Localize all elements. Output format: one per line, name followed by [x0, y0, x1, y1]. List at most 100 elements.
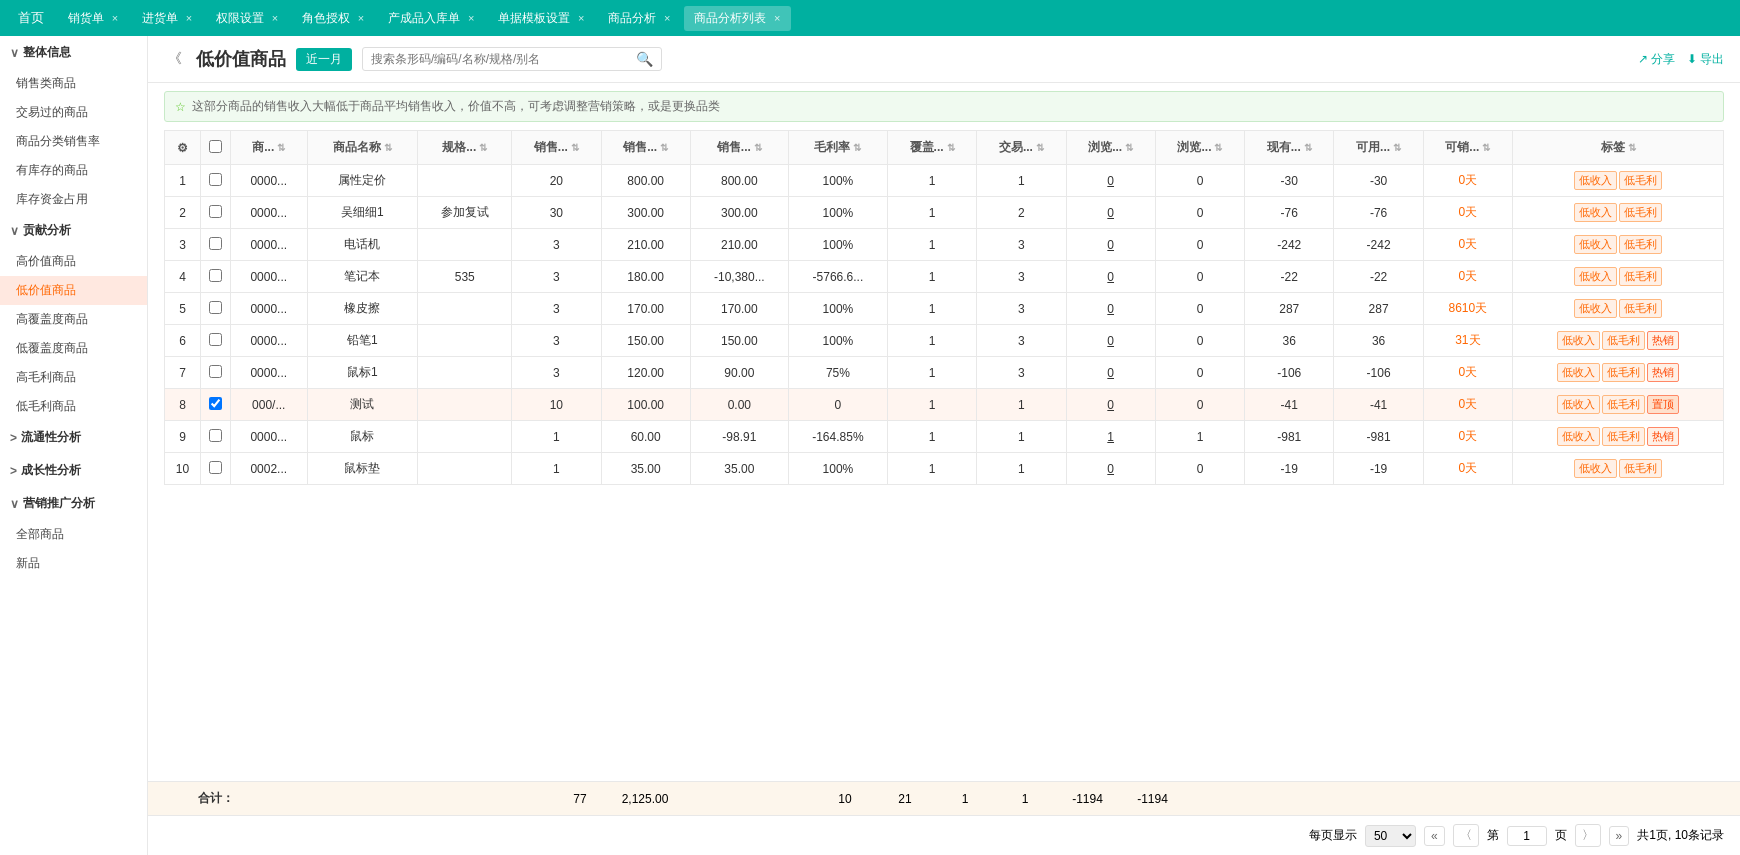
row-checkbox[interactable]	[209, 269, 222, 282]
col-sellable[interactable]: 可销...⇅	[1423, 131, 1512, 165]
row-checkbox[interactable]	[209, 461, 222, 474]
row-browse1[interactable]: 0	[1066, 357, 1155, 389]
row-checkbox-cell[interactable]	[201, 229, 231, 261]
sidebar-section-overall[interactable]: ∨ 整体信息	[0, 36, 147, 69]
col-spec[interactable]: 规格...⇅	[418, 131, 512, 165]
sidebar-collapse-button[interactable]: 《	[164, 46, 186, 72]
sidebar-section-marketing[interactable]: ∨ 营销推广分析	[0, 487, 147, 520]
time-filter-button[interactable]: 近一月	[296, 48, 352, 71]
row-checkbox-cell[interactable]	[201, 197, 231, 229]
row-browse1[interactable]: 0	[1066, 325, 1155, 357]
row-browse1[interactable]: 0	[1066, 293, 1155, 325]
row-checkbox-cell[interactable]	[201, 357, 231, 389]
nav-home[interactable]: 首页	[8, 5, 54, 31]
sidebar-item-all-products[interactable]: 全部商品	[0, 520, 147, 549]
sidebar-section-contribution[interactable]: ∨ 贡献分析	[0, 214, 147, 247]
col-checkbox[interactable]	[201, 131, 231, 165]
export-button[interactable]: ⬇ 导出	[1687, 51, 1724, 68]
row-name: 橡皮擦	[307, 293, 418, 325]
col-current[interactable]: 现有...⇅	[1245, 131, 1334, 165]
prev-page-button[interactable]: 〈	[1453, 824, 1479, 847]
last-page-button[interactable]: »	[1609, 826, 1630, 846]
row-checkbox-cell[interactable]	[201, 389, 231, 421]
row-browse1[interactable]: 0	[1066, 453, 1155, 485]
row-checkbox[interactable]	[209, 237, 222, 250]
nav-sales-order[interactable]: 销货单 ×	[58, 6, 128, 31]
col-available[interactable]: 可用...⇅	[1334, 131, 1423, 165]
sidebar-section-growth[interactable]: > 成长性分析	[0, 454, 147, 487]
row-current: 287	[1245, 293, 1334, 325]
col-sales2[interactable]: 销售...⇅	[690, 131, 788, 165]
row-checkbox-cell[interactable]	[201, 453, 231, 485]
row-checkbox[interactable]	[209, 301, 222, 314]
row-checkbox-cell[interactable]	[201, 165, 231, 197]
page-number-input[interactable]	[1507, 826, 1547, 846]
sidebar-item-sales-products[interactable]: 销售类商品	[0, 69, 147, 98]
select-all-checkbox[interactable]	[209, 140, 222, 153]
nav-template-settings[interactable]: 单据模板设置 ×	[488, 6, 594, 31]
sidebar-item-stock-products[interactable]: 有库存的商品	[0, 156, 147, 185]
row-browse1[interactable]: 0	[1066, 197, 1155, 229]
row-tags: 低收入低毛利	[1513, 453, 1724, 485]
col-qty[interactable]: 销售...⇅	[512, 131, 601, 165]
sidebar-item-stock-value[interactable]: 库存资金占用	[0, 185, 147, 214]
per-page-select[interactable]: 50 100	[1365, 825, 1416, 847]
search-input[interactable]	[371, 52, 632, 66]
nav-product-analysis-list[interactable]: 商品分析列表 ×	[684, 6, 790, 31]
row-current: -106	[1245, 357, 1334, 389]
row-checkbox-cell[interactable]	[201, 421, 231, 453]
share-button[interactable]: ↗ 分享	[1638, 51, 1675, 68]
row-checkbox[interactable]	[209, 365, 222, 378]
row-current: -981	[1245, 421, 1334, 453]
header-actions: ↗ 分享 ⬇ 导出	[1638, 51, 1724, 68]
sidebar-section-liquidity[interactable]: > 流通性分析	[0, 421, 147, 454]
row-checkbox[interactable]	[209, 429, 222, 442]
sidebar-item-high-margin[interactable]: 高毛利商品	[0, 363, 147, 392]
col-browse1[interactable]: 浏览...⇅	[1066, 131, 1155, 165]
row-checkbox[interactable]	[209, 173, 222, 186]
row-browse1[interactable]: 1	[1066, 421, 1155, 453]
col-name[interactable]: 商品名称⇅	[307, 131, 418, 165]
sidebar-item-high-coverage[interactable]: 高覆盖度商品	[0, 305, 147, 334]
row-browse2: 1	[1155, 421, 1244, 453]
row-index: 7	[165, 357, 201, 389]
nav-product-analysis[interactable]: 商品分析 ×	[598, 6, 680, 31]
nav-product-storage[interactable]: 产成品入库单 ×	[378, 6, 484, 31]
col-trade[interactable]: 交易...⇅	[977, 131, 1066, 165]
col-sales1[interactable]: 销售...⇅	[601, 131, 690, 165]
row-browse1[interactable]: 0	[1066, 261, 1155, 293]
col-cover[interactable]: 覆盖...⇅	[887, 131, 976, 165]
first-page-button[interactable]: «	[1424, 826, 1445, 846]
sidebar-item-category-sales-rate[interactable]: 商品分类销售率	[0, 127, 147, 156]
sidebar-item-high-value[interactable]: 高价值商品	[0, 247, 147, 276]
row-checkbox[interactable]	[209, 397, 222, 410]
row-checkbox[interactable]	[209, 333, 222, 346]
sidebar-item-low-margin[interactable]: 低毛利商品	[0, 392, 147, 421]
totals-browse2: 1	[995, 792, 1055, 806]
row-browse1[interactable]: 0	[1066, 229, 1155, 261]
col-margin[interactable]: 毛利率⇅	[788, 131, 887, 165]
row-browse1[interactable]: 0	[1066, 165, 1155, 197]
main-content: 《 低价值商品 近一月 🔍 ↗ 分享 ⬇ 导出 ☆ 这部分商品的销售收入大幅	[148, 36, 1740, 855]
nav-purchase-order[interactable]: 进货单 ×	[132, 6, 202, 31]
sidebar-item-low-coverage[interactable]: 低覆盖度商品	[0, 334, 147, 363]
search-icon[interactable]: 🔍	[636, 51, 653, 67]
chevron-right-icon: >	[10, 464, 17, 478]
row-browse1[interactable]: 0	[1066, 389, 1155, 421]
nav-permission-settings[interactable]: 权限设置 ×	[206, 6, 288, 31]
search-box: 🔍	[362, 47, 662, 71]
col-browse2[interactable]: 浏览...⇅	[1155, 131, 1244, 165]
col-code[interactable]: 商...⇅	[231, 131, 308, 165]
row-qty: 3	[512, 357, 601, 389]
row-checkbox-cell[interactable]	[201, 261, 231, 293]
sidebar-item-new-products[interactable]: 新品	[0, 549, 147, 578]
row-checkbox-cell[interactable]	[201, 325, 231, 357]
nav-role-auth[interactable]: 角色授权 ×	[292, 6, 374, 31]
sidebar-item-low-value[interactable]: 低价值商品	[0, 276, 147, 305]
col-settings[interactable]: ⚙	[165, 131, 201, 165]
col-tags[interactable]: 标签⇅	[1513, 131, 1724, 165]
row-checkbox[interactable]	[209, 205, 222, 218]
next-page-button[interactable]: 〉	[1575, 824, 1601, 847]
row-checkbox-cell[interactable]	[201, 293, 231, 325]
sidebar-item-traded-products[interactable]: 交易过的商品	[0, 98, 147, 127]
